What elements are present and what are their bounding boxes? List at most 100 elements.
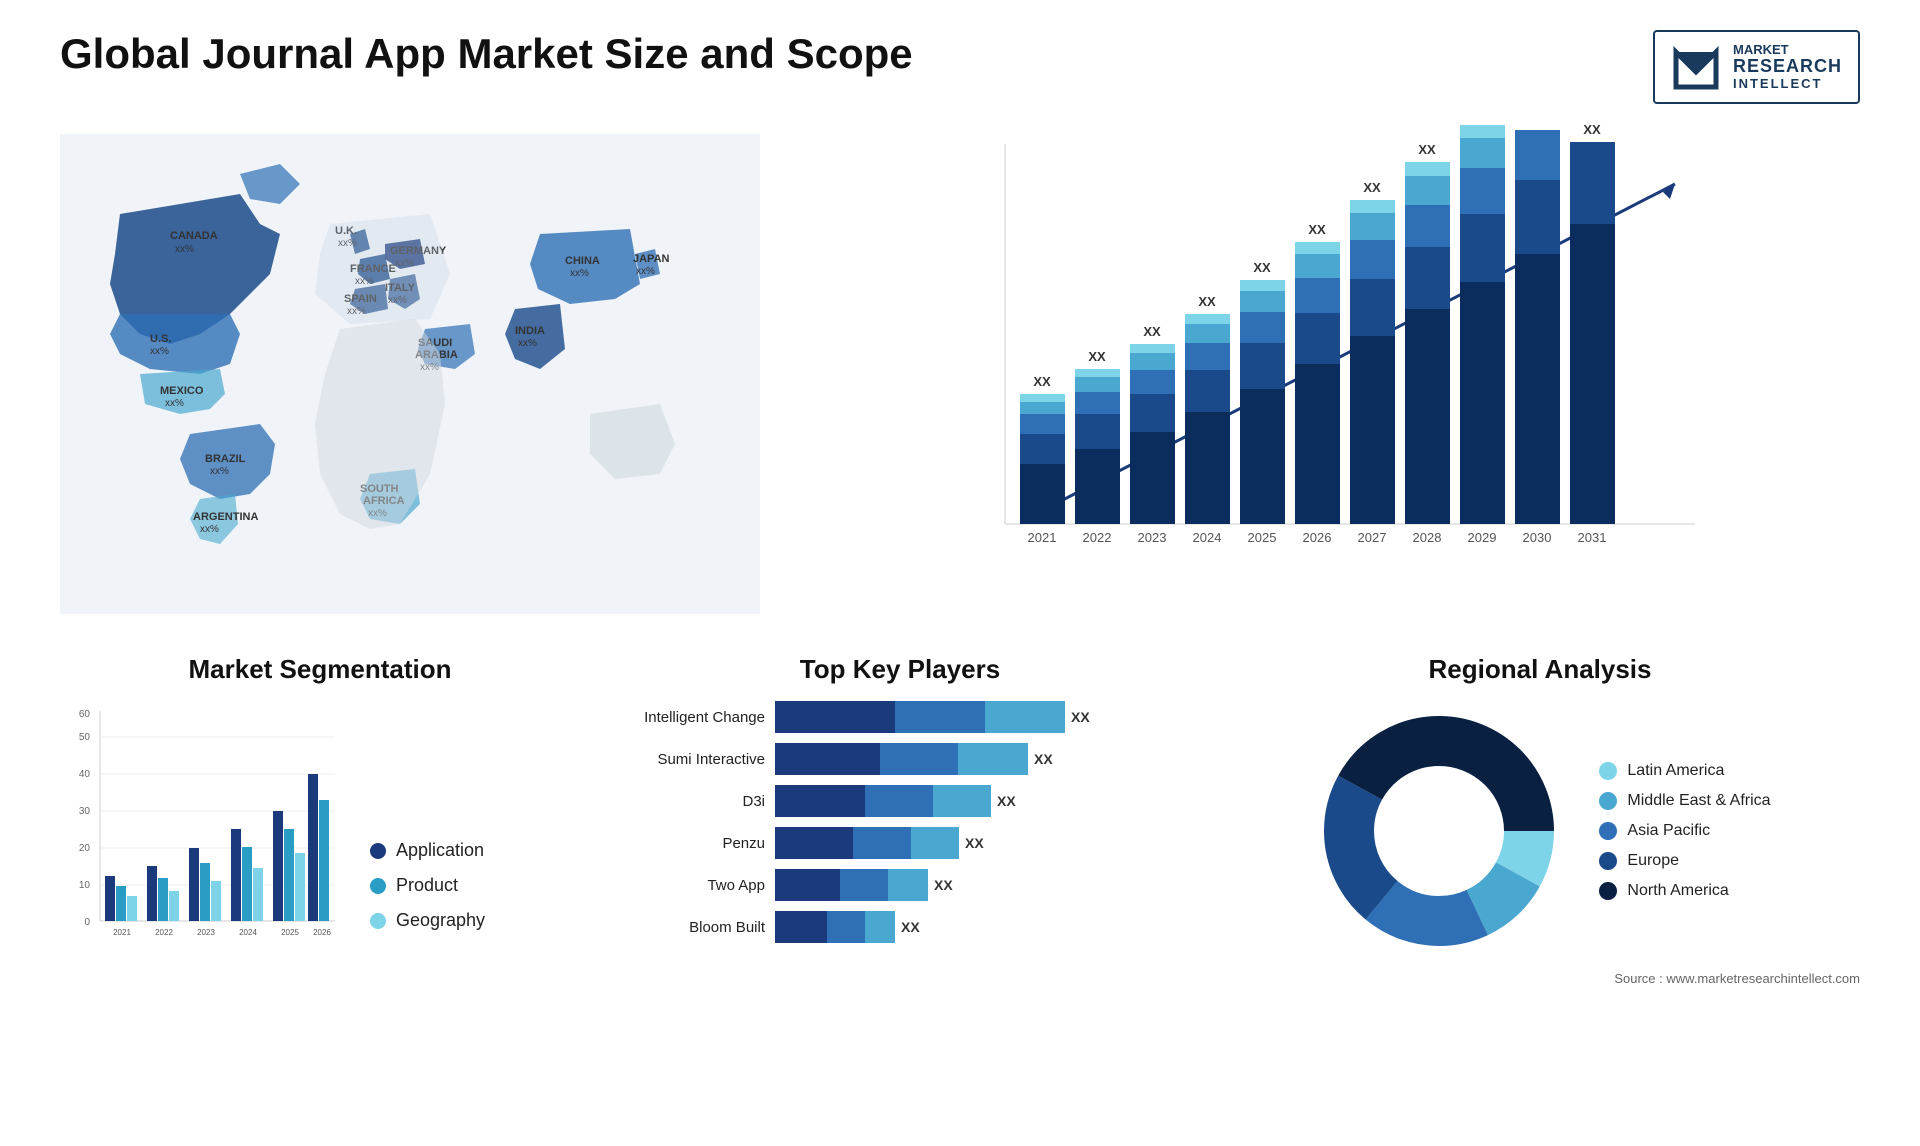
bar-2027-label: XX <box>1363 180 1381 195</box>
world-map: CANADA xx% U.S. xx% MEXICO xx% BRAZIL xx… <box>60 124 760 624</box>
bar-seg-mid-4 <box>840 869 888 901</box>
bar-2021-seg1 <box>1020 464 1065 524</box>
geography-dot <box>370 913 386 929</box>
brazil-label: BRAZIL <box>205 453 246 465</box>
asia-dot <box>1599 822 1617 840</box>
bar-2025-label: XX <box>1253 260 1271 275</box>
mea-label: Middle East & Africa <box>1627 792 1770 810</box>
player-bar-wrap-1: XX <box>775 743 1190 775</box>
bar-seg-light-0 <box>985 701 1065 733</box>
north-america-dot <box>1599 882 1617 900</box>
mea-dot <box>1599 792 1617 810</box>
bar-2024-year: 2024 <box>1193 530 1222 545</box>
player-row-intelligent-change: Intelligent Change XX <box>610 701 1190 733</box>
bar-seg-light-2 <box>933 785 991 817</box>
bar-2031-year: 2031 <box>1578 530 1607 545</box>
player-xx-3: XX <box>965 835 984 851</box>
logo-icon <box>1671 42 1721 92</box>
bar-2021-year: 2021 <box>1028 530 1057 545</box>
legend-product: Product <box>370 875 485 896</box>
bar-2026-label: XX <box>1308 222 1326 237</box>
bar-seg-mid-5 <box>827 911 865 943</box>
svg-text:30: 30 <box>79 806 91 817</box>
europe-dot <box>1599 852 1617 870</box>
bar-seg-dark-4 <box>775 869 840 901</box>
player-xx-4: XX <box>934 877 953 893</box>
player-bar-wrap-5: XX <box>775 911 1190 943</box>
us-value: xx% <box>150 346 169 357</box>
reg-legend-europe: Europe <box>1599 852 1770 870</box>
player-bar-wrap-2: XX <box>775 785 1190 817</box>
player-row-d3i: D3i XX <box>610 785 1190 817</box>
player-bar-2 <box>775 785 991 817</box>
bar-2026-year: 2026 <box>1303 530 1332 545</box>
bar-seg-dark-1 <box>775 743 880 775</box>
bar-2025-year: 2025 <box>1248 530 1277 545</box>
svg-text:60: 60 <box>79 709 91 720</box>
player-row-sumi: Sumi Interactive XX <box>610 743 1190 775</box>
player-name-3: Penzu <box>610 835 765 852</box>
player-bar-5 <box>775 911 895 943</box>
player-name-4: Two App <box>610 877 765 894</box>
svg-text:50: 50 <box>79 732 91 743</box>
application-dot <box>370 843 386 859</box>
mexico-value: xx% <box>165 398 184 409</box>
top-section: CANADA xx% U.S. xx% MEXICO xx% BRAZIL xx… <box>60 124 1860 624</box>
header: Global Journal App Market Size and Scope… <box>60 30 1860 104</box>
regional-title: Regional Analysis <box>1220 654 1860 685</box>
bar-seg-dark-2 <box>775 785 865 817</box>
player-xx-5: XX <box>901 919 920 935</box>
segmentation-title: Market Segmentation <box>60 654 580 685</box>
donut-center <box>1381 773 1497 889</box>
bar-2022-label: XX <box>1088 349 1106 364</box>
bar-2023-year: 2023 <box>1138 530 1167 545</box>
player-name-0: Intelligent Change <box>610 709 765 726</box>
player-bar-4 <box>775 869 928 901</box>
page: Global Journal App Market Size and Scope… <box>0 0 1920 1146</box>
bar-2021-seg2 <box>1020 434 1065 464</box>
china-label: CHINA <box>565 255 600 267</box>
svg-text:2023: 2023 <box>197 928 215 937</box>
bar-seg-mid-3 <box>853 827 911 859</box>
svg-text:0: 0 <box>84 917 90 928</box>
bar-2028-label: XX <box>1418 142 1436 157</box>
bar-2030-year: 2030 <box>1523 530 1552 545</box>
canada-value: xx% <box>175 244 194 255</box>
bar-2022-seg1 <box>1075 449 1120 524</box>
svg-text:2022: 2022 <box>155 928 173 937</box>
europe-label: Europe <box>1627 852 1679 870</box>
india-value: xx% <box>518 338 537 349</box>
player-name-5: Bloom Built <box>610 919 765 936</box>
player-bar-1 <box>775 743 1028 775</box>
regional-legend: Latin America Middle East & Africa Asia … <box>1599 762 1770 900</box>
players-box: Top Key Players Intelligent Change XX <box>610 654 1190 943</box>
player-row-penzu: Penzu XX <box>610 827 1190 859</box>
reg-legend-asia: Asia Pacific <box>1599 822 1770 840</box>
player-bar-wrap-0: XX <box>775 701 1190 733</box>
bar-2021-seg3 <box>1020 414 1065 434</box>
bar-seg-mid-0 <box>895 701 985 733</box>
bar-seg-light-3 <box>911 827 959 859</box>
bar-seg-mid-1 <box>880 743 958 775</box>
bar-2021-seg4 <box>1020 402 1065 414</box>
argentina-value: xx% <box>200 524 219 535</box>
product-dot <box>370 878 386 894</box>
japan-value: xx% <box>636 266 655 277</box>
player-xx-1: XX <box>1034 751 1053 767</box>
players-title: Top Key Players <box>610 654 1190 685</box>
donut-svg <box>1309 701 1569 961</box>
player-row-twoapp: Two App XX <box>610 869 1190 901</box>
us-label: U.S. <box>150 333 171 345</box>
player-name-1: Sumi Interactive <box>610 751 765 768</box>
japan-label: JAPAN <box>633 253 670 265</box>
logo: MARKET RESEARCH INTELLECT <box>1653 30 1860 104</box>
svg-text:2025: 2025 <box>281 928 299 937</box>
bar-2027-year: 2027 <box>1358 530 1387 545</box>
north-america-label: North America <box>1627 882 1728 900</box>
bar-seg-light-4 <box>888 869 928 901</box>
argentina-label: ARGENTINA <box>193 511 258 523</box>
bar-2028-year: 2028 <box>1413 530 1442 545</box>
svg-text:2024: 2024 <box>239 928 257 937</box>
legend-geography: Geography <box>370 910 485 931</box>
bar-2022-seg3 <box>1075 392 1120 414</box>
